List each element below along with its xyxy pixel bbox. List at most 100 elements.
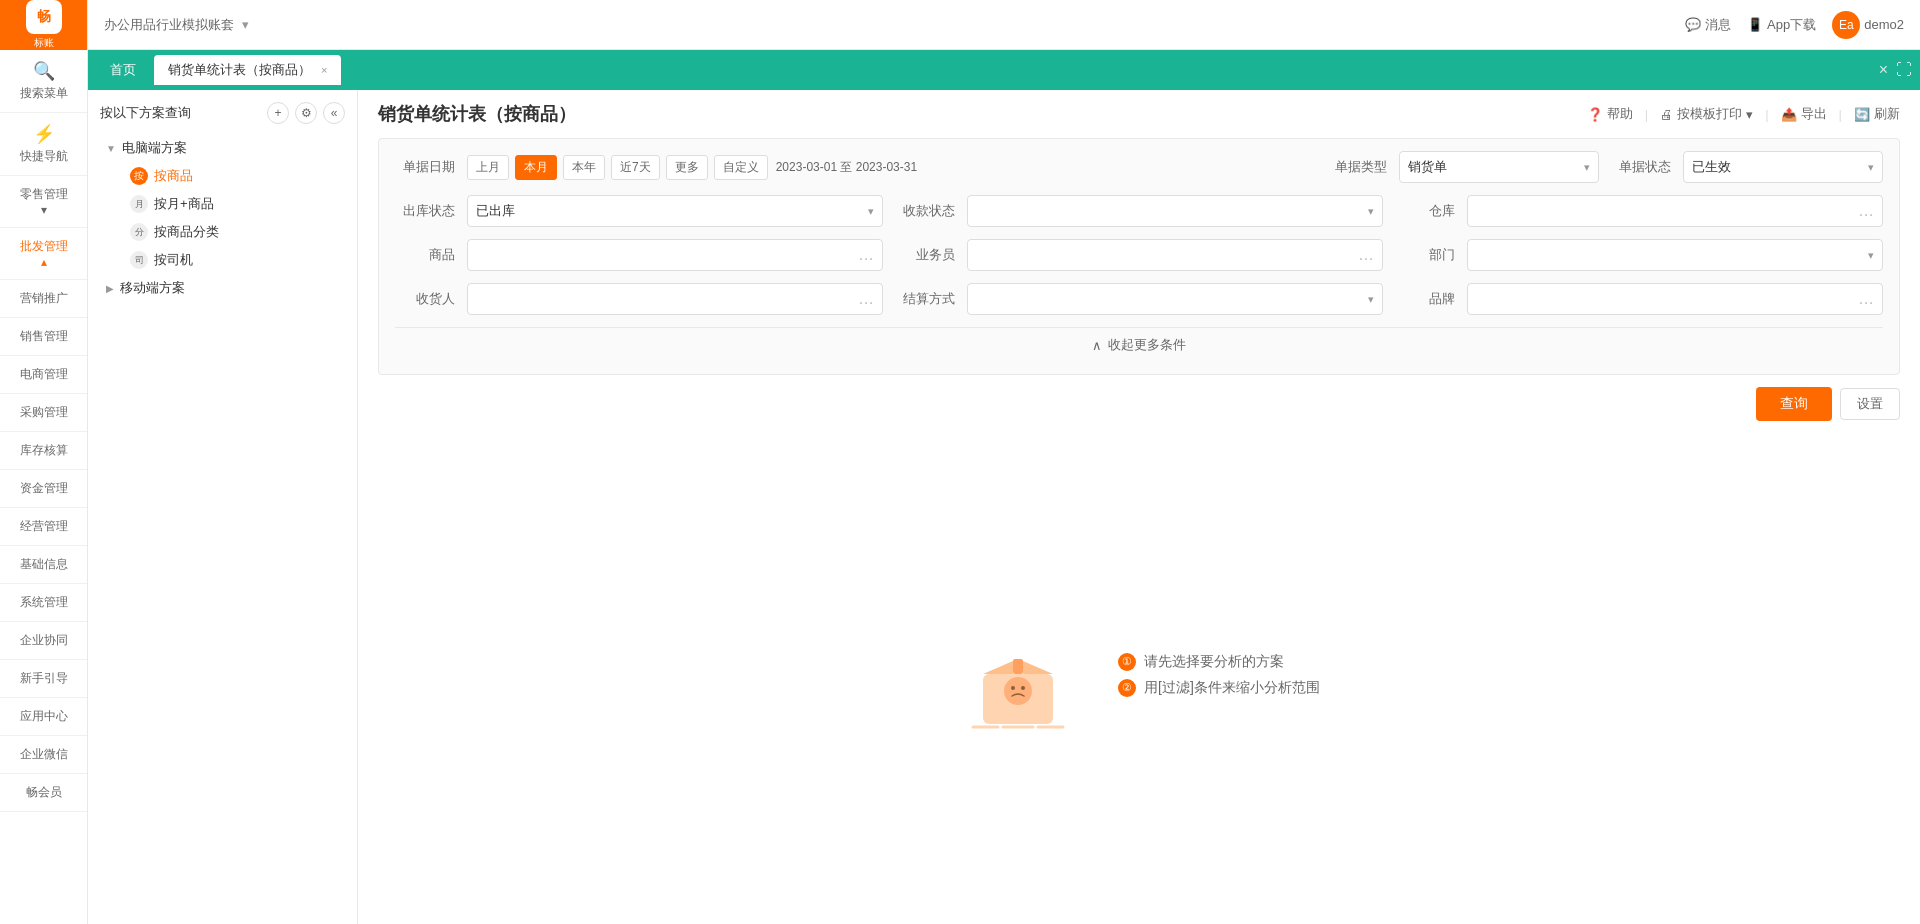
tip2-num: ②: [1118, 679, 1136, 697]
filter-row-2: 出库状态 已出库 ▾ 收款状态 ▾ 仓库 …: [395, 195, 1883, 227]
empty-illustration: [958, 619, 1078, 739]
out-status-select[interactable]: 已出库 ▾: [467, 195, 883, 227]
tab-home[interactable]: 首页: [96, 55, 150, 85]
payment-label: 结算方式: [895, 290, 955, 308]
dept-label: 部门: [1395, 246, 1455, 264]
add-plan-btn[interactable]: +: [267, 102, 289, 124]
date-btn-custom[interactable]: 自定义: [714, 155, 768, 180]
payment-select[interactable]: ▾: [967, 283, 1383, 315]
tab-bar-right: × ⛶: [1879, 61, 1912, 79]
sidebar-item-apps[interactable]: 应用中心: [0, 698, 87, 736]
receipt-status-select[interactable]: ▾: [967, 195, 1383, 227]
sidebar-item-wechat[interactable]: 企业微信: [0, 736, 87, 774]
empty-tip-1: ① 请先选择要分析的方案: [1118, 653, 1320, 671]
help-action[interactable]: ❓ 帮助: [1587, 105, 1633, 123]
date-btn-last7[interactable]: 近7天: [611, 155, 660, 180]
tab-maximize-btn[interactable]: ⛶: [1896, 61, 1912, 79]
sidebar-item-basic[interactable]: 基础信息: [0, 546, 87, 584]
tree-item-by-month-product[interactable]: 月 按月+商品: [100, 190, 345, 218]
date-btn-this-month[interactable]: 本月: [515, 155, 557, 180]
dept-select[interactable]: ▾: [1467, 239, 1883, 271]
sidebar-item-inventory[interactable]: 库存核算: [0, 432, 87, 470]
doc-status-select[interactable]: 已生效 ▾: [1683, 151, 1883, 183]
page-title: 销货单统计表（按商品）: [378, 102, 576, 126]
print-action[interactable]: 🖨 按模板打印 ▾: [1660, 105, 1753, 123]
date-btn-more[interactable]: 更多: [666, 155, 708, 180]
svg-rect-1: [1013, 659, 1023, 674]
date-btn-last-month[interactable]: 上月: [467, 155, 509, 180]
system-label: 系统管理: [4, 594, 83, 611]
setting-button[interactable]: 设置: [1840, 388, 1900, 420]
tab-minimize-btn[interactable]: ×: [1879, 61, 1888, 79]
wholesale-label: 批发管理: [4, 238, 83, 255]
sidebar-item-sales[interactable]: 销售管理: [0, 318, 87, 356]
staff-dots[interactable]: …: [1358, 246, 1374, 264]
refresh-action[interactable]: 🔄 刷新: [1854, 105, 1900, 123]
tree-pc-section[interactable]: ▼ 电脑端方案: [100, 134, 345, 162]
brand-input[interactable]: …: [1467, 283, 1883, 315]
query-button[interactable]: 查询: [1756, 387, 1832, 421]
sidebar-nav: 🔍 搜索菜单 ⚡ 快捷导航 零售管理 ▾ 批发管理 ▴ 营销推广 销售管理 电商…: [0, 50, 87, 924]
tab-active[interactable]: 销货单统计表（按商品） ×: [154, 55, 341, 85]
collapse-panel-btn[interactable]: «: [323, 102, 345, 124]
svg-point-3: [1011, 686, 1015, 690]
tree-item-by-driver[interactable]: 司 按司机: [100, 246, 345, 274]
sidebar-item-ecommerce[interactable]: 电商管理: [0, 356, 87, 394]
payment-arrow: ▾: [1368, 293, 1374, 306]
tab-close-icon[interactable]: ×: [321, 64, 327, 76]
tip1-num: ①: [1118, 653, 1136, 671]
export-action[interactable]: 📤 导出: [1781, 105, 1827, 123]
app-download-action[interactable]: 📱 App下载: [1747, 16, 1816, 34]
doc-type-arrow: ▾: [1584, 161, 1590, 174]
sidebar-item-wholesale[interactable]: 批发管理 ▴: [0, 228, 87, 280]
warehouse-input[interactable]: …: [1467, 195, 1883, 227]
main-area: 办公用品行业模拟账套 ▾ 💬 消息 📱 App下载 Ea demo2 首页 销货…: [88, 0, 1920, 924]
by-category-icon: 分: [130, 223, 148, 241]
dept-arrow: ▾: [1868, 249, 1874, 262]
retail-arrow: ▾: [41, 203, 47, 217]
warehouse-label: 仓库: [1395, 202, 1455, 220]
receiver-input[interactable]: …: [467, 283, 883, 315]
sidebar-quicknav[interactable]: ⚡ 快捷导航: [0, 113, 87, 176]
filter-area: 单据日期 上月 本月 本年 近7天 更多 自定义 2023-03-01 至 20…: [358, 126, 1920, 387]
sidebar-item-operations[interactable]: 经营管理: [0, 508, 87, 546]
settings-plan-btn[interactable]: ⚙: [295, 102, 317, 124]
sidebar-item-purchase[interactable]: 采购管理: [0, 394, 87, 432]
product-dots[interactable]: …: [858, 246, 874, 264]
receiver-dots[interactable]: …: [858, 290, 874, 308]
empty-svg: [958, 619, 1078, 739]
left-panel-header: 按以下方案查询 + ⚙ «: [100, 102, 345, 124]
sidebar-item-finance[interactable]: 资金管理: [0, 470, 87, 508]
tree-mobile-section[interactable]: ▶ 移动端方案: [100, 274, 345, 302]
staff-input[interactable]: …: [967, 239, 1383, 271]
header-actions: 💬 消息 📱 App下载 Ea demo2: [1685, 11, 1904, 39]
top-header-title: 办公用品行业模拟账套 ▾: [104, 16, 1669, 34]
tree-item-by-product[interactable]: 按 按商品: [100, 162, 345, 190]
product-input[interactable]: …: [467, 239, 883, 271]
warehouse-dots[interactable]: …: [1858, 202, 1874, 220]
filter-row-1: 单据日期 上月 本月 本年 近7天 更多 自定义 2023-03-01 至 20…: [395, 151, 1883, 183]
sidebar-search[interactable]: 🔍 搜索菜单: [0, 50, 87, 113]
top-header-dropdown-arrow[interactable]: ▾: [242, 17, 249, 32]
sidebar-item-marketing[interactable]: 营销推广: [0, 280, 87, 318]
app-logo[interactable]: 畅 标账: [0, 0, 87, 50]
date-btn-this-year[interactable]: 本年: [563, 155, 605, 180]
sidebar-item-retail[interactable]: 零售管理 ▾: [0, 176, 87, 228]
tree-item-by-category[interactable]: 分 按商品分类: [100, 218, 345, 246]
collapse-bar[interactable]: ∧ 收起更多条件: [395, 327, 1883, 362]
message-action[interactable]: 💬 消息: [1685, 16, 1731, 34]
doc-type-select[interactable]: 销货单 ▾: [1399, 151, 1599, 183]
sidebar-item-system[interactable]: 系统管理: [0, 584, 87, 622]
date-label: 单据日期: [395, 158, 455, 176]
sidebar-item-member[interactable]: 畅会员: [0, 774, 87, 812]
user-profile[interactable]: Ea demo2: [1832, 11, 1904, 39]
filter-section: 单据日期 上月 本月 本年 近7天 更多 自定义 2023-03-01 至 20…: [378, 138, 1900, 375]
sidebar-item-enterprise[interactable]: 企业协同: [0, 622, 87, 660]
search-icon: 🔍: [4, 60, 83, 82]
staff-label: 业务员: [895, 246, 955, 264]
sidebar-item-newbie[interactable]: 新手引导: [0, 660, 87, 698]
brand-dots[interactable]: …: [1858, 290, 1874, 308]
content-area: 按以下方案查询 + ⚙ « ▼ 电脑端方案 按 按商品 月: [88, 90, 1920, 924]
export-icon: 📤: [1781, 107, 1797, 122]
newbie-label: 新手引导: [4, 670, 83, 687]
